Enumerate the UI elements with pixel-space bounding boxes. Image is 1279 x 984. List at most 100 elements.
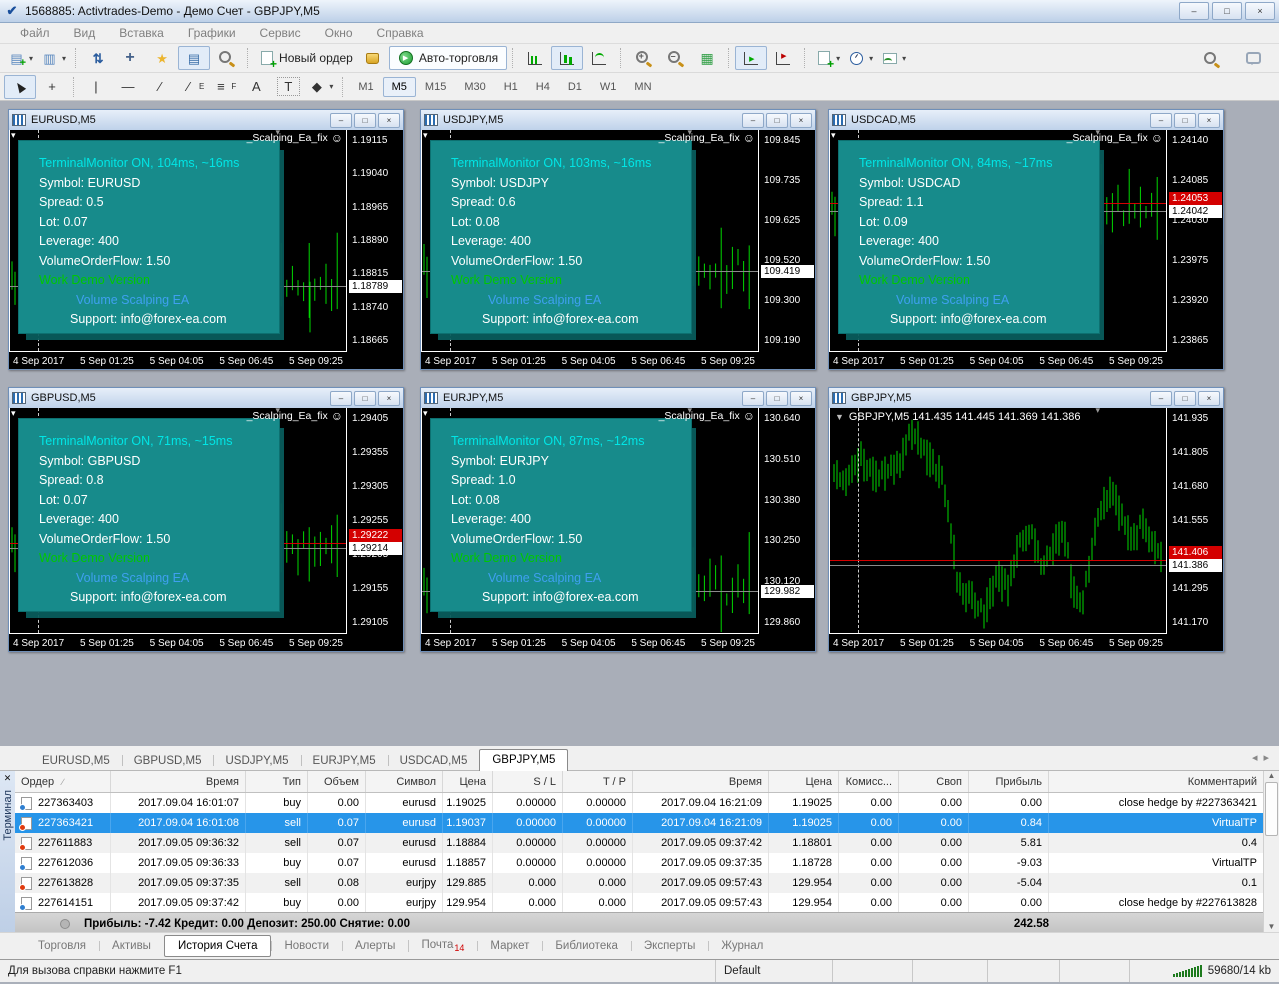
chart-restore-button[interactable]: □ bbox=[766, 390, 788, 406]
timeframe-M1[interactable]: M1 bbox=[349, 77, 382, 97]
chart-window-titlebar[interactable]: USDCAD,M5 – □ × bbox=[829, 110, 1223, 131]
horizontal-line-button[interactable]: — bbox=[112, 75, 144, 99]
chart-window-eurusd-m5[interactable]: EURUSD,M5– □ × ▾ ▾ TerminalMonitor ON, 104ms,… bbox=[8, 109, 404, 370]
column-header-profit[interactable]: Прибыль bbox=[969, 771, 1049, 792]
fibonacci-button[interactable]: ≡ F bbox=[208, 75, 240, 99]
text-label-button[interactable]: T bbox=[272, 75, 304, 99]
chart-restore-button[interactable]: □ bbox=[766, 112, 788, 128]
terminal-tab-библиотека[interactable]: Библиотека bbox=[542, 936, 631, 956]
chart-close-button[interactable]: × bbox=[1198, 112, 1220, 128]
timeframe-M30[interactable]: M30 bbox=[455, 77, 494, 97]
chart-minimize-button[interactable]: – bbox=[1150, 112, 1172, 128]
timeframe-D1[interactable]: D1 bbox=[559, 77, 591, 97]
timeframe-H1[interactable]: H1 bbox=[495, 77, 527, 97]
menu-Справка[interactable]: Справка bbox=[365, 26, 436, 40]
chart-close-button[interactable]: × bbox=[1198, 390, 1220, 406]
new-chart-button[interactable]: ▾ bbox=[4, 46, 37, 70]
zoom-in-button[interactable]: + bbox=[627, 46, 659, 70]
terminal-tab-эксперты[interactable]: Эксперты bbox=[630, 936, 708, 956]
chart-restore-button[interactable]: □ bbox=[354, 390, 376, 406]
column-header-type[interactable]: Тип bbox=[246, 771, 308, 792]
text-button[interactable]: A bbox=[240, 75, 272, 99]
trendline-button[interactable]: ∕ bbox=[144, 75, 176, 99]
chart-window-titlebar[interactable]: GBPJPY,M5 – □ × bbox=[829, 388, 1223, 409]
chart-close-button[interactable]: × bbox=[378, 390, 400, 406]
terminal-tab-активы[interactable]: Активы bbox=[99, 936, 164, 956]
column-header-tp[interactable]: T / P bbox=[563, 771, 633, 792]
terminal-tab-история-счета[interactable]: История Счета bbox=[163, 935, 272, 957]
column-header-time[interactable]: Время bbox=[111, 771, 246, 792]
close-button[interactable]: × bbox=[1245, 2, 1275, 20]
candlestick-mode-button[interactable] bbox=[551, 46, 584, 70]
equidistant-channel-button[interactable]: ∕ E bbox=[176, 75, 208, 99]
terminal-tab-журнал[interactable]: Журнал bbox=[708, 936, 776, 956]
table-row[interactable]: 227612036 2017.09.05 09:36:33 buy 0.07 eurus… bbox=[15, 853, 1264, 873]
table-row[interactable]: 227363403 2017.09.04 16:01:07 buy 0.00 eurus… bbox=[15, 793, 1264, 813]
menu-Графики[interactable]: Графики bbox=[176, 26, 248, 40]
terminal-tab-новости[interactable]: Новости bbox=[271, 936, 342, 956]
templates-button[interactable]: ▾ bbox=[877, 46, 910, 70]
terminal-panel-button[interactable] bbox=[178, 46, 211, 70]
menu-Вставка[interactable]: Вставка bbox=[107, 26, 176, 40]
menu-Вид[interactable]: Вид bbox=[62, 26, 108, 40]
table-row[interactable]: 227611883 2017.09.05 09:36:32 sell 0.07 euru… bbox=[15, 833, 1264, 853]
restore-button[interactable]: □ bbox=[1212, 2, 1242, 20]
market-watch-button[interactable] bbox=[82, 46, 114, 70]
column-header-order[interactable]: Ордер ∕ bbox=[15, 771, 111, 792]
crosshair-button[interactable]: + bbox=[36, 75, 68, 99]
data-window-button[interactable] bbox=[114, 46, 146, 70]
chart-window-eurjpy-m5[interactable]: EURJPY,M5– □ × ▾ ▾ TerminalMonitor ON, 87ms, … bbox=[420, 387, 816, 652]
chart-minimize-button[interactable]: – bbox=[742, 112, 764, 128]
new-order-button[interactable]: Новый ордер bbox=[254, 46, 357, 70]
chart-plot[interactable]: ▾ ▾ TerminalMonitor ON, 71ms, ~15ms Symbol:… bbox=[9, 408, 347, 634]
cursor-button[interactable] bbox=[4, 74, 36, 99]
search-button[interactable] bbox=[1195, 47, 1227, 71]
terminal-tab-почта[interactable]: Почта14 bbox=[408, 935, 477, 957]
chart-minimize-button[interactable]: – bbox=[330, 390, 352, 406]
chart-close-button[interactable]: × bbox=[378, 112, 400, 128]
chart-tab-gbpjpy-m5[interactable]: GBPJPY,M5 bbox=[479, 749, 569, 771]
chart-plot[interactable]: ▾ ▾ TerminalMonitor ON, 104ms, ~16ms Symbol… bbox=[9, 130, 347, 352]
menu-Файл[interactable]: Файл bbox=[8, 26, 62, 40]
vertical-line-button[interactable]: | bbox=[80, 75, 112, 99]
chart-minimize-button[interactable]: – bbox=[1150, 390, 1172, 406]
timeframe-W1[interactable]: W1 bbox=[591, 77, 626, 97]
indicators-button[interactable]: ▾ bbox=[811, 46, 844, 70]
chart-window-usdcad-m5[interactable]: USDCAD,M5– □ × ▾ ▾ TerminalMonitor ON, 84ms, … bbox=[828, 109, 1224, 370]
terminal-scrollbar[interactable]: ▲ ▼ bbox=[1263, 771, 1279, 933]
status-profile[interactable]: Default bbox=[715, 960, 832, 982]
zoom-out-button[interactable]: – bbox=[659, 46, 691, 70]
chart-restore-button[interactable]: □ bbox=[1174, 112, 1196, 128]
chart-close-button[interactable]: × bbox=[790, 390, 812, 406]
chart-restore-button[interactable]: □ bbox=[354, 112, 376, 128]
chart-plot[interactable]: ▾ ▾ TerminalMonitor ON, 103ms, ~16ms Symbol… bbox=[421, 130, 759, 352]
chart-shift-button[interactable] bbox=[767, 46, 799, 70]
chat-button[interactable] bbox=[1237, 47, 1269, 71]
chart-window-usdjpy-m5[interactable]: USDJPY,M5– □ × ▾ ▾ TerminalMonitor ON, 103ms,… bbox=[420, 109, 816, 370]
profiles-button[interactable]: ▾ bbox=[37, 46, 70, 70]
column-header-symbol[interactable]: Символ bbox=[366, 771, 443, 792]
table-row[interactable]: 227613828 2017.09.05 09:37:35 sell 0.08 eurj… bbox=[15, 873, 1264, 893]
chart-minimize-button[interactable]: – bbox=[742, 390, 764, 406]
column-header-sl[interactable]: S / L bbox=[493, 771, 563, 792]
minimize-button[interactable]: – bbox=[1179, 2, 1209, 20]
column-header-volume[interactable]: Объем bbox=[308, 771, 366, 792]
timeframe-M5[interactable]: M5 bbox=[382, 76, 416, 97]
terminal-tab-торговля[interactable]: Торговля bbox=[25, 936, 99, 956]
chart-window-titlebar[interactable]: EURUSD,M5 – □ × bbox=[9, 110, 403, 131]
periods-button[interactable]: ▾ bbox=[844, 46, 877, 70]
auto-scroll-button[interactable] bbox=[735, 46, 768, 70]
chart-window-titlebar[interactable]: EURJPY,M5 – □ × bbox=[421, 388, 815, 409]
chart-plot[interactable]: ▾ ▾ TerminalMonitor ON, 84ms, ~17ms Symbol:… bbox=[829, 130, 1167, 352]
strategy-tester-button[interactable] bbox=[210, 46, 242, 70]
chart-window-titlebar[interactable]: GBPUSD,M5 – □ × bbox=[9, 388, 403, 409]
column-header-commission[interactable]: Комисс... bbox=[839, 771, 899, 792]
terminal-close-icon[interactable]: ✕ bbox=[4, 773, 12, 784]
chart-window-gbpjpy-m5[interactable]: GBPJPY,M5 – □ × ▾ ▼ GBPJPY,M5 141.435 141.445 … bbox=[828, 387, 1224, 652]
bar-chart-mode-button[interactable] bbox=[519, 46, 551, 70]
auto-trading-button[interactable]: Авто-торговля bbox=[388, 46, 508, 70]
column-header-price[interactable]: Цена bbox=[443, 771, 493, 792]
chart-tab-eurusd-m5[interactable]: EURUSD,M5 bbox=[30, 751, 122, 770]
line-chart-mode-button[interactable] bbox=[583, 46, 615, 70]
chart-plot[interactable]: ▾ ▾ TerminalMonitor ON, 87ms, ~12ms Symbol:… bbox=[421, 408, 759, 634]
